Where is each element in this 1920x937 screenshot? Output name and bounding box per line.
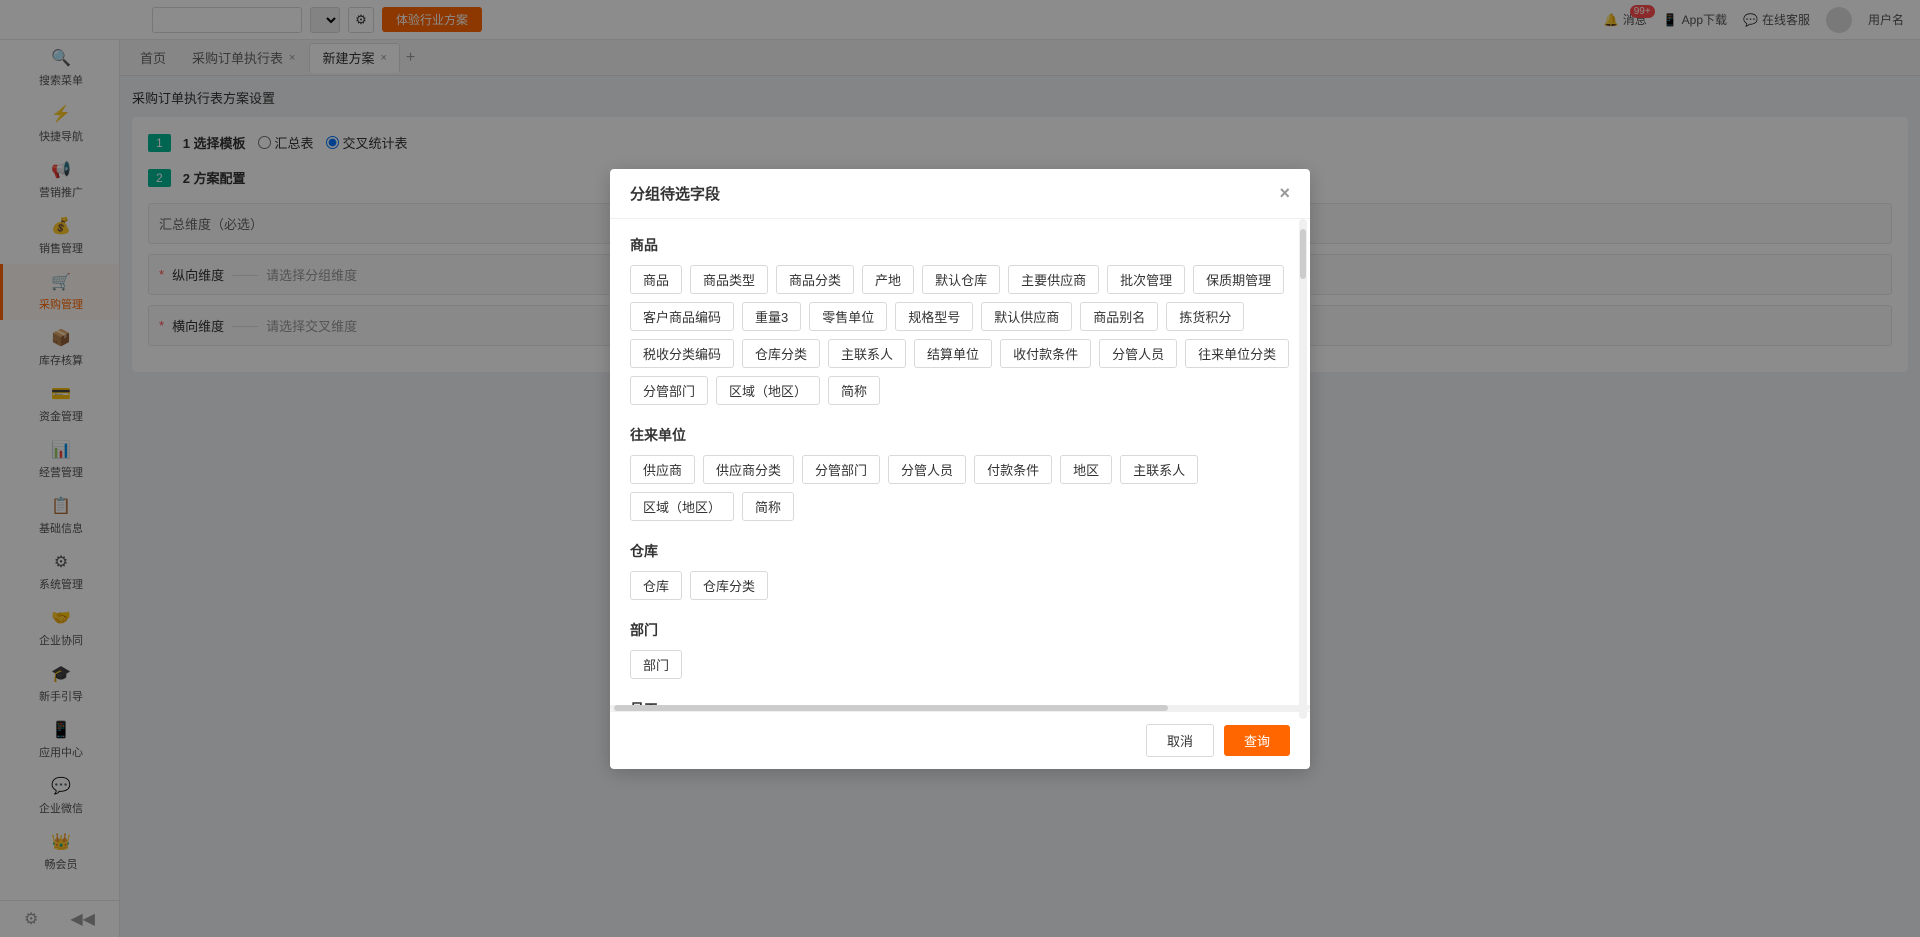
field-tag[interactable]: 税收分类编码	[630, 339, 734, 368]
field-tag[interactable]: 产地	[862, 265, 914, 294]
field-tag[interactable]: 客户商品编码	[630, 302, 734, 331]
field-tag[interactable]: 商品分类	[776, 265, 854, 294]
modal-footer: 取消 查询	[610, 711, 1310, 769]
section-商品: 商品商品商品类型商品分类产地默认仓库主要供应商批次管理保质期管理客户商品编码重量…	[630, 235, 1290, 405]
field-tag[interactable]: 付款条件	[974, 455, 1052, 484]
field-tag[interactable]: 简称	[828, 376, 880, 405]
field-tag[interactable]: 供应商	[630, 455, 695, 484]
field-tag[interactable]: 仓库分类	[690, 571, 768, 600]
field-tag[interactable]: 规格型号	[895, 302, 973, 331]
field-tags: 供应商供应商分类分管部门分管人员付款条件地区主联系人区域（地区） 简称	[630, 455, 1290, 521]
field-tag[interactable]: 地区	[1060, 455, 1112, 484]
modal-title: 分组待选字段	[630, 183, 720, 204]
field-tag[interactable]: 分管人员	[1099, 339, 1177, 368]
section-title: 部门	[630, 620, 1290, 640]
field-tag[interactable]: 结算单位	[914, 339, 992, 368]
field-tags: 部门	[630, 650, 1290, 679]
field-tag[interactable]: 商品类型	[690, 265, 768, 294]
section-部门: 部门部门	[630, 620, 1290, 679]
field-tag[interactable]: 供应商分类	[703, 455, 794, 484]
field-tag[interactable]: 保质期管理	[1193, 265, 1284, 294]
field-tag[interactable]: 分管部门	[630, 376, 708, 405]
field-tag[interactable]: 主联系人	[828, 339, 906, 368]
modal-overlay: 分组待选字段 × 商品商品商品类型商品分类产地默认仓库主要供应商批次管理保质期管…	[0, 0, 1920, 937]
field-tag[interactable]: 零售单位	[809, 302, 887, 331]
field-tag[interactable]: 收付款条件	[1000, 339, 1091, 368]
field-tag[interactable]: 区域（地区）	[716, 376, 820, 405]
vscrollbar-thumb	[1300, 229, 1306, 279]
modal-body: 商品商品商品类型商品分类产地默认仓库主要供应商批次管理保质期管理客户商品编码重量…	[610, 219, 1310, 705]
field-tag[interactable]: 分管部门	[802, 455, 880, 484]
modal-close-button[interactable]: ×	[1279, 183, 1290, 204]
field-tag[interactable]: 区域（地区）	[630, 492, 734, 521]
modal-dialog: 分组待选字段 × 商品商品商品类型商品分类产地默认仓库主要供应商批次管理保质期管…	[610, 169, 1310, 769]
section-title: 仓库	[630, 541, 1290, 561]
field-tags: 商品商品类型商品分类产地默认仓库主要供应商批次管理保质期管理客户商品编码重量3 零…	[630, 265, 1290, 405]
field-tag[interactable]: 主要供应商	[1008, 265, 1099, 294]
field-tag[interactable]: 商品	[630, 265, 682, 294]
modal-header: 分组待选字段 ×	[610, 169, 1310, 219]
field-tag[interactable]: 默认仓库	[922, 265, 1000, 294]
section-往来单位: 往来单位供应商供应商分类分管部门分管人员付款条件地区主联系人区域（地区） 简称	[630, 425, 1290, 521]
field-tag[interactable]: 仓库分类	[742, 339, 820, 368]
field-tag[interactable]: 重量3	[742, 302, 801, 331]
confirm-button[interactable]: 查询	[1224, 725, 1290, 756]
field-tag[interactable]: 商品别名	[1080, 302, 1158, 331]
field-tag[interactable]: 往来单位分类	[1185, 339, 1289, 368]
cancel-button[interactable]: 取消	[1146, 724, 1214, 757]
section-title: 往来单位	[630, 425, 1290, 445]
field-tag[interactable]: 默认供应商	[981, 302, 1072, 331]
vscrollbar	[1299, 219, 1307, 719]
field-tag[interactable]: 分管人员	[888, 455, 966, 484]
section-员工: 员工业务员	[630, 699, 1290, 705]
field-tag[interactable]: 部门	[630, 650, 682, 679]
section-仓库: 仓库仓库仓库分类	[630, 541, 1290, 600]
field-tags: 仓库仓库分类	[630, 571, 1290, 600]
section-title: 商品	[630, 235, 1290, 255]
field-tag[interactable]: 拣货积分	[1166, 302, 1244, 331]
field-tag[interactable]: 简称	[742, 492, 794, 521]
field-tag[interactable]: 批次管理	[1107, 265, 1185, 294]
field-tag[interactable]: 主联系人	[1120, 455, 1198, 484]
section-title: 员工	[630, 699, 1290, 705]
field-tag[interactable]: 仓库	[630, 571, 682, 600]
